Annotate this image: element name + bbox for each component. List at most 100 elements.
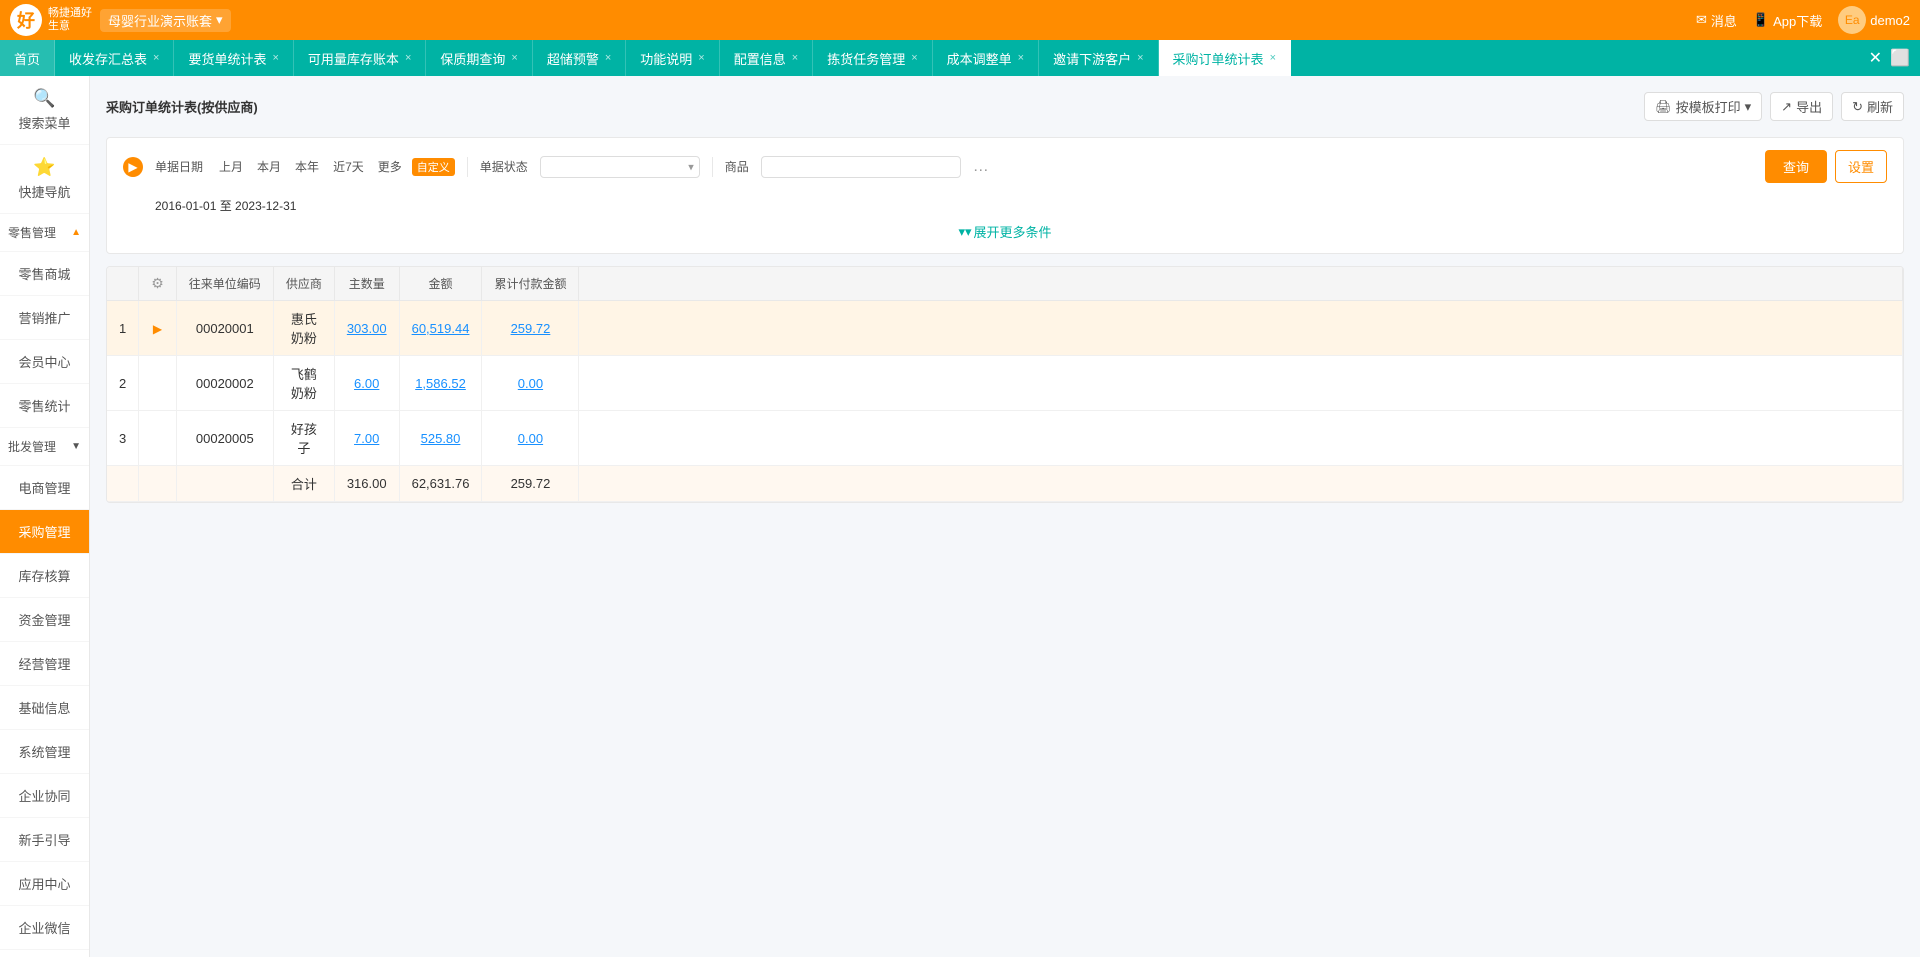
goods-filter-label: 商品	[725, 158, 749, 175]
cell-expand[interactable]	[139, 411, 177, 466]
tab-close-overstock[interactable]: ×	[605, 52, 611, 64]
tab-restore-icon[interactable]: ⬜	[1890, 48, 1910, 68]
tab-close-function-desc[interactable]: ×	[698, 52, 704, 64]
cell-unit-code: 00020005	[176, 411, 273, 466]
tab-picking-task[interactable]: 拣货任务管理 ×	[813, 40, 932, 76]
tab-close-available-inventory[interactable]: ×	[405, 52, 411, 64]
cell-expand[interactable]: ▶	[139, 301, 177, 356]
cell-unit-code: 00020002	[176, 356, 273, 411]
sidebar-item-business-mgmt[interactable]: 经营管理	[0, 642, 89, 686]
paid-link[interactable]: 0.00	[518, 376, 543, 391]
tab-close-purchase-stat[interactable]: ×	[272, 52, 278, 64]
export-btn[interactable]: ↗ 导出	[1770, 92, 1833, 121]
amount-link[interactable]: 60,519.44	[412, 321, 470, 336]
footer-label: 合计	[273, 466, 334, 502]
last-7-days-btn[interactable]: 近7天	[329, 156, 368, 177]
tab-home[interactable]: 首页	[0, 40, 55, 76]
sidebar-item-new-guide[interactable]: 新手引导	[0, 818, 89, 862]
sidebar-item-quick-nav[interactable]: ⭐ 快捷导航	[0, 145, 89, 214]
app-icon: 📱	[1753, 12, 1769, 28]
app-download-btn[interactable]: 📱 App下载	[1753, 11, 1822, 30]
col-settings-icon[interactable]: ⚙	[151, 275, 164, 291]
purchase-mgmt-label: 采购管理	[18, 522, 70, 541]
tab-close-shelf-life[interactable]: ×	[511, 52, 517, 64]
tab-close-cost-adjust[interactable]: ×	[1018, 52, 1024, 64]
filter-toggle-btn[interactable]: ▶	[123, 157, 143, 177]
user-btn[interactable]: Ea demo2	[1838, 6, 1910, 34]
cell-expand[interactable]	[139, 356, 177, 411]
sidebar-item-wholesale-mgmt[interactable]: 批发管理 ▼	[0, 428, 89, 466]
custom-date-badge[interactable]: 自定义	[412, 158, 455, 176]
tab-close-purchase-order-stat[interactable]: ×	[1270, 52, 1276, 64]
sidebar-item-search[interactable]: 🔍 搜索菜单	[0, 76, 89, 145]
logo-area: 好 畅捷通好生意	[10, 4, 100, 36]
template-print-btn[interactable]: 🖨 按模板打印 ▾	[1644, 92, 1762, 121]
tab-purchase-order-stat[interactable]: 采购订单统计表 ×	[1159, 40, 1291, 76]
amount-link[interactable]: 1,586.52	[415, 376, 466, 391]
status-select[interactable]	[540, 156, 700, 178]
this-year-btn[interactable]: 本年	[291, 156, 323, 177]
sidebar-item-finance[interactable]: 资金管理	[0, 598, 89, 642]
sidebar-item-enterprise-wechat[interactable]: 企业微信	[0, 906, 89, 950]
sidebar-item-member[interactable]: 畅会员	[0, 950, 89, 957]
refresh-btn[interactable]: ↻ 刷新	[1841, 92, 1904, 121]
filter-divider-2	[712, 157, 713, 177]
sidebar-item-inventory[interactable]: 库存核算	[0, 554, 89, 598]
footer-row: 合计 316.00 62,631.76 259.72	[107, 466, 1903, 502]
expand-btn-row: ▾▾ 展开更多条件	[123, 222, 1887, 241]
sidebar-search-label: 搜索菜单	[18, 113, 70, 132]
search-btn[interactable]: 查询	[1765, 150, 1827, 183]
sidebar-item-enterprise-collab[interactable]: 企业协同	[0, 774, 89, 818]
business-mgmt-label: 经营管理	[18, 654, 70, 673]
sidebar-item-app-center[interactable]: 应用中心	[0, 862, 89, 906]
amount-link[interactable]: 525.80	[421, 431, 461, 446]
sidebar-item-member-center[interactable]: 会员中心	[0, 340, 89, 384]
goods-input[interactable]	[761, 156, 961, 178]
col-settings-header[interactable]: ⚙	[139, 267, 177, 301]
qty-link[interactable]: 303.00	[347, 321, 387, 336]
qty-link[interactable]: 7.00	[354, 431, 379, 446]
sidebar-item-system-mgmt[interactable]: 系统管理	[0, 730, 89, 774]
tab-close-config-info[interactable]: ×	[792, 52, 798, 64]
cell-supplier: 惠氏奶粉	[273, 301, 334, 356]
tab-config-info[interactable]: 配置信息 ×	[720, 40, 813, 76]
col-supplier-header: 供应商	[273, 267, 334, 301]
paid-link[interactable]: 259.72	[511, 321, 551, 336]
last-month-btn[interactable]: 上月	[215, 156, 247, 177]
expand-conditions-btn[interactable]: ▾▾ 展开更多条件	[958, 222, 1051, 241]
tab-close-picking-task[interactable]: ×	[911, 52, 917, 64]
tab-close-receipt-summary[interactable]: ×	[153, 52, 159, 64]
table-row: 3 00020005 好孩子 7.00 525.80 0.00	[107, 411, 1903, 466]
tab-available-inventory[interactable]: 可用量库存账本 ×	[294, 40, 426, 76]
more-dates-btn[interactable]: 更多	[374, 156, 406, 177]
this-month-btn[interactable]: 本月	[253, 156, 285, 177]
tab-close-invite-downstream[interactable]: ×	[1137, 52, 1143, 64]
footer-paid: 259.72	[482, 466, 579, 502]
status-select-wrap[interactable]	[540, 156, 700, 178]
tab-overstock[interactable]: 超储预警 ×	[533, 40, 626, 76]
expand-row-icon[interactable]: ▶	[153, 322, 162, 336]
sidebar-item-retail-mgmt[interactable]: 零售管理 ▲	[0, 214, 89, 252]
system-mgmt-label: 系统管理	[18, 742, 70, 761]
tab-cost-adjust[interactable]: 成本调整单 ×	[933, 40, 1039, 76]
sidebar-item-purchase-mgmt[interactable]: 采购管理	[0, 510, 89, 554]
qty-link[interactable]: 6.00	[354, 376, 379, 391]
sidebar-item-basic-info[interactable]: 基础信息	[0, 686, 89, 730]
tab-close-all-icon[interactable]: ✕	[1869, 48, 1882, 68]
tab-shelf-life[interactable]: 保质期查询 ×	[426, 40, 532, 76]
goods-more-icon[interactable]: …	[973, 158, 989, 176]
tab-purchase-stat[interactable]: 要货单统计表 ×	[174, 40, 293, 76]
tab-receipt-summary[interactable]: 收发存汇总表 ×	[55, 40, 174, 76]
sidebar-item-ecommerce[interactable]: 电商管理	[0, 466, 89, 510]
filter-bar: ▶ 单据日期 上月 本月 本年 近7天 更多 自定义 单据状态	[106, 137, 1904, 254]
sidebar-item-retail-stats[interactable]: 零售统计	[0, 384, 89, 428]
message-btn[interactable]: ✉ 消息	[1696, 11, 1737, 30]
settings-btn[interactable]: 设置	[1835, 150, 1887, 183]
tab-function-desc[interactable]: 功能说明 ×	[626, 40, 719, 76]
retail-store-label: 零售商城	[18, 264, 70, 283]
sidebar-item-retail-store[interactable]: 零售商城	[0, 252, 89, 296]
tab-invite-downstream[interactable]: 邀请下游客户 ×	[1039, 40, 1158, 76]
paid-link[interactable]: 0.00	[518, 431, 543, 446]
sidebar-item-marketing[interactable]: 营销推广	[0, 296, 89, 340]
workspace-selector[interactable]: 母婴行业演示账套 ▾	[100, 9, 231, 32]
